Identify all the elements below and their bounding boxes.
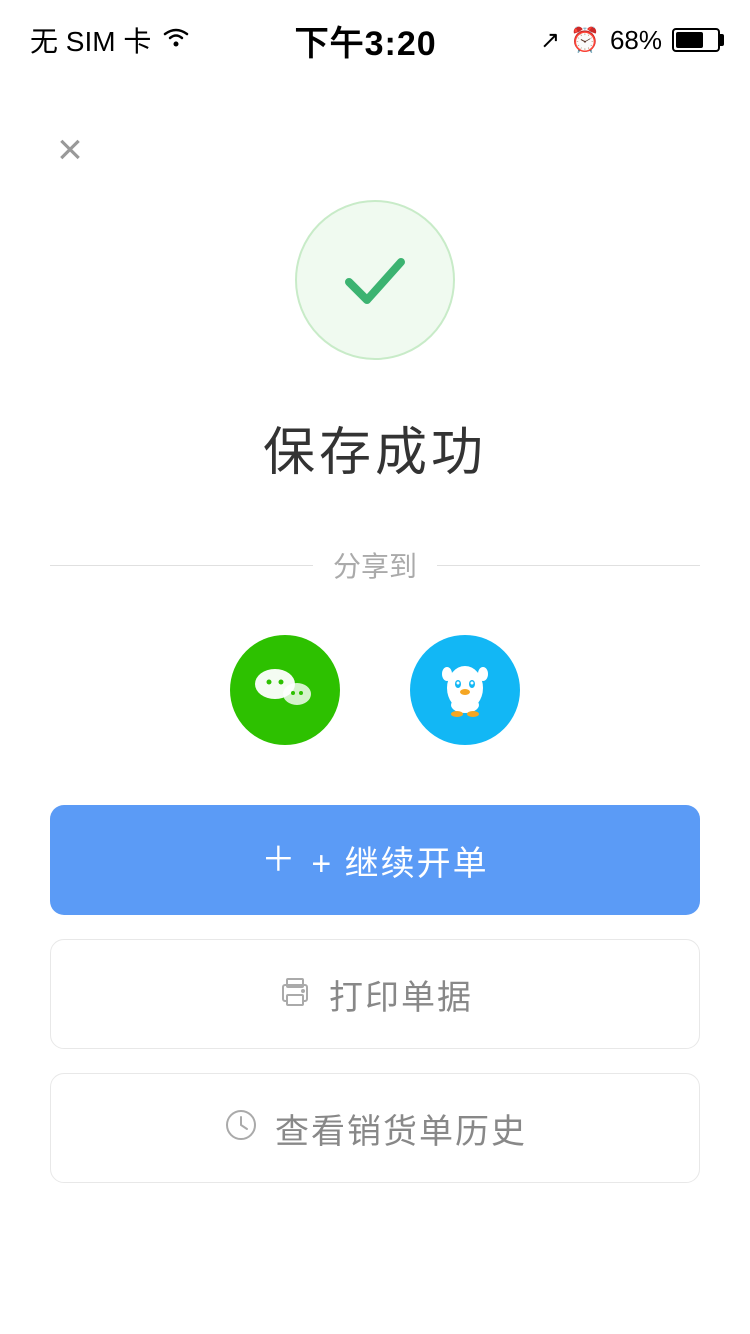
printer-icon bbox=[277, 973, 313, 1015]
history-label: 查看销货单历史 bbox=[275, 1104, 527, 1153]
close-icon: × bbox=[57, 128, 83, 172]
history-button[interactable]: 查看销货单历史 bbox=[50, 1073, 700, 1183]
battery-fill bbox=[676, 32, 703, 48]
print-label: 打印单据 bbox=[329, 970, 473, 1019]
history-icon bbox=[223, 1107, 259, 1149]
share-icons bbox=[50, 635, 700, 745]
qq-icon bbox=[433, 658, 498, 723]
success-area: 保存成功 bbox=[50, 200, 700, 485]
status-time: 下午3:20 bbox=[295, 16, 437, 65]
qq-share-button[interactable] bbox=[410, 635, 520, 745]
status-right: ↗ ⏰ 68% bbox=[540, 25, 720, 56]
share-section: 分享到 bbox=[50, 545, 700, 745]
location-icon: ↗ bbox=[540, 26, 560, 55]
continue-button[interactable]: ＋ + 继续开单 bbox=[50, 805, 700, 915]
wifi-icon bbox=[161, 24, 191, 56]
continue-label: + 继续开单 bbox=[311, 836, 488, 885]
success-title: 保存成功 bbox=[263, 410, 487, 485]
battery-percent: 68% bbox=[610, 25, 662, 56]
no-sim-label: 无 SIM 卡 bbox=[30, 20, 151, 60]
main-content: × 保存成功 分享到 bbox=[0, 80, 750, 1334]
close-button[interactable]: × bbox=[40, 120, 100, 180]
battery-icon bbox=[672, 28, 720, 52]
wechat-icon bbox=[251, 656, 319, 724]
wechat-share-button[interactable] bbox=[230, 635, 340, 745]
share-divider: 分享到 bbox=[50, 545, 700, 585]
print-button[interactable]: 打印单据 bbox=[50, 939, 700, 1049]
success-circle bbox=[295, 200, 455, 360]
share-label: 分享到 bbox=[313, 545, 437, 585]
checkmark-icon bbox=[335, 240, 415, 320]
status-bar: 无 SIM 卡 下午3:20 ↗ ⏰ 68% bbox=[0, 0, 750, 80]
plus-icon: ＋ bbox=[261, 843, 295, 877]
alarm-icon: ⏰ bbox=[570, 26, 600, 55]
status-left: 无 SIM 卡 bbox=[30, 20, 191, 60]
action-buttons: ＋ + 继续开单 打印单据 查看销货单历 bbox=[50, 805, 700, 1183]
